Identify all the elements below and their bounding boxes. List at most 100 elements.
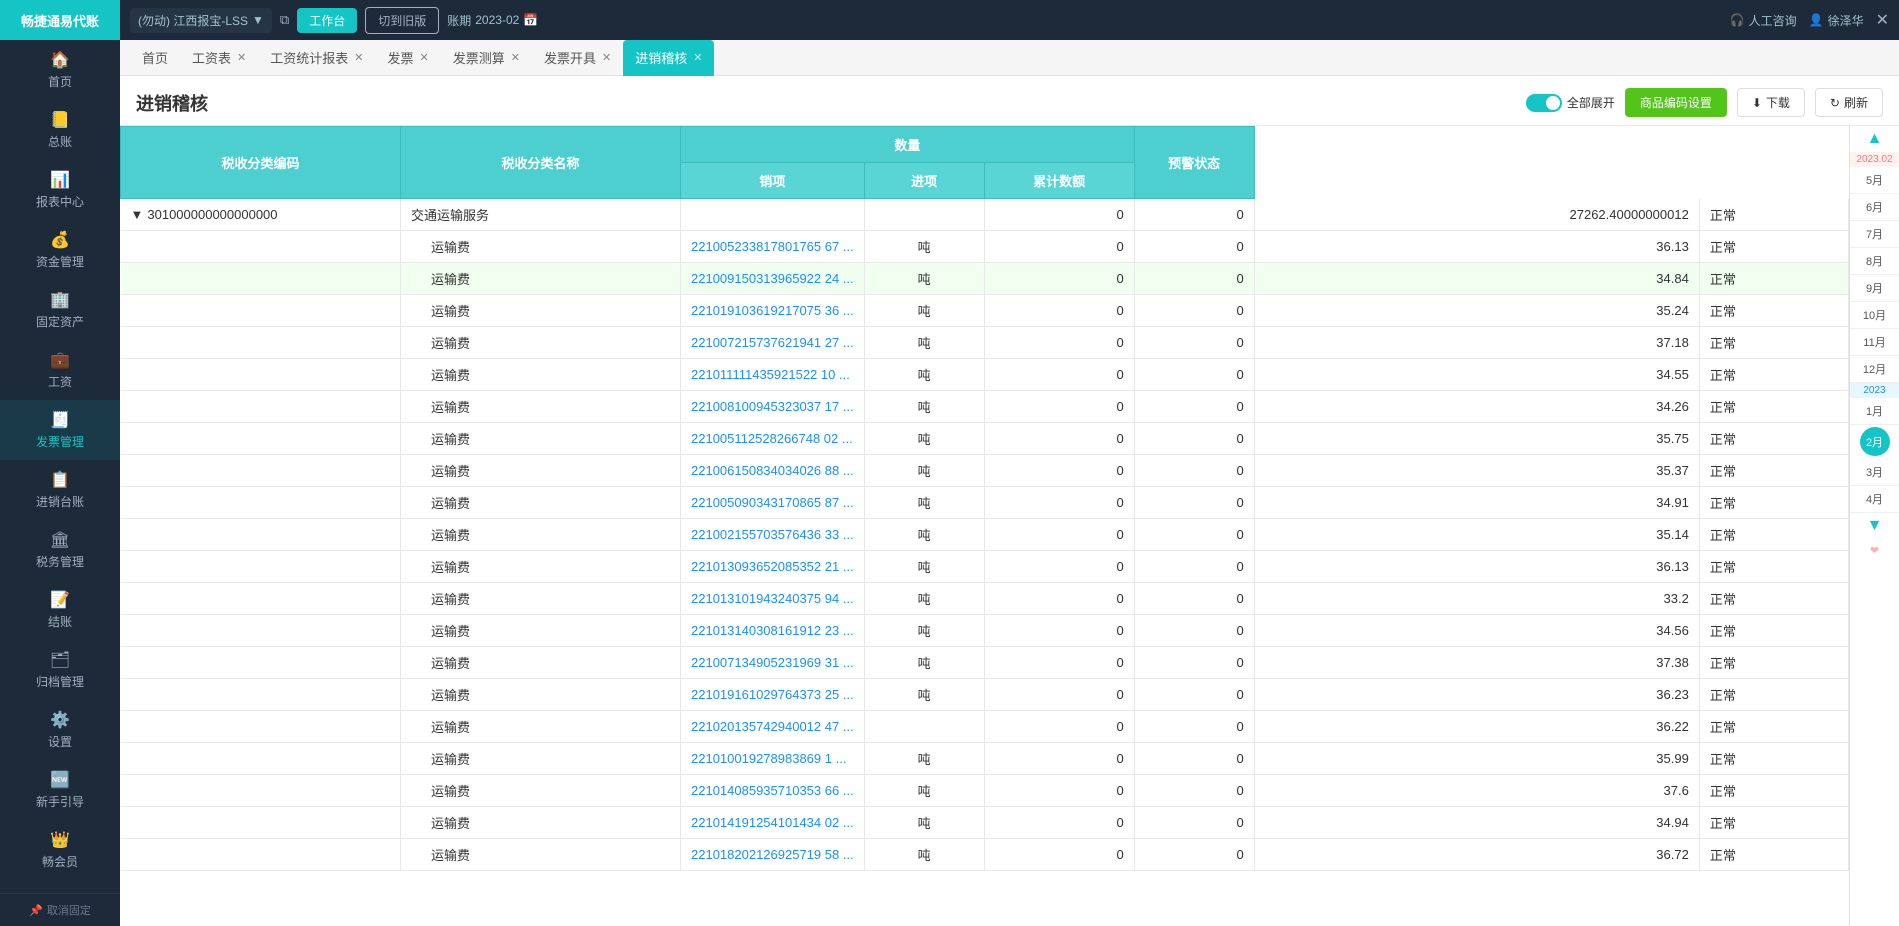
- tab-close-invoice-calc[interactable]: ✕: [511, 51, 520, 64]
- cell-code-0: ▼301000000000000000: [121, 199, 401, 231]
- settings-button[interactable]: 商品编码设置: [1625, 88, 1727, 117]
- close-window-icon[interactable]: ✕: [1876, 10, 1889, 30]
- user-name: 徐泽华: [1828, 12, 1864, 29]
- sidebar-item-funds[interactable]: 💰资金管理: [0, 220, 120, 280]
- cell-purchase-11: 0: [1134, 551, 1254, 583]
- cell-cumulative-17: 35.99: [1254, 743, 1699, 775]
- cell-purchase-13: 0: [1134, 615, 1254, 647]
- tab-close-payroll-stats[interactable]: ✕: [354, 51, 363, 64]
- sidebar-item-purchase-sales[interactable]: 📋进销台账: [0, 460, 120, 520]
- switch-version-button[interactable]: 切到旧版: [365, 7, 439, 34]
- sidebar-item-settings[interactable]: ⚙️设置: [0, 700, 120, 760]
- user-menu[interactable]: 👤 徐泽华: [1809, 12, 1864, 29]
- headset-icon: 🎧: [1730, 13, 1745, 27]
- cell-purchase-3: 0: [1134, 295, 1254, 327]
- sidebar-label-member: 畅会员: [42, 853, 78, 870]
- cell-tax-detail-20: 221018202126925719 58 ...: [681, 839, 865, 871]
- tab-label-invoice: 发票: [387, 48, 413, 67]
- cal-month-9[interactable]: 9月: [1850, 275, 1899, 302]
- workspace-button[interactable]: 工作台: [297, 8, 357, 33]
- tab-close-payroll[interactable]: ✕: [237, 51, 246, 64]
- cell-code-1: [121, 231, 401, 263]
- sidebar-item-assets[interactable]: 🏢固定资产: [0, 280, 120, 340]
- cell-purchase-2: 0: [1134, 263, 1254, 295]
- sidebar-item-home[interactable]: 🏠首页: [0, 40, 120, 100]
- sidebar-item-archive[interactable]: 🗂归档管理: [0, 640, 120, 700]
- col-tax-code: 税收分类编码: [121, 127, 401, 199]
- cell-status-10: 正常: [1699, 519, 1848, 551]
- calendar-up[interactable]: ▲: [1850, 126, 1899, 152]
- tab-close-sales-check[interactable]: ✕: [693, 51, 702, 64]
- cell-sales-10: 0: [984, 519, 1134, 551]
- cell-sales-19: 0: [984, 807, 1134, 839]
- table-row: 运输费221018202126925719 58 ...吨0036.72正常: [121, 839, 1849, 871]
- calendar-icon[interactable]: 📅: [523, 13, 538, 27]
- tab-invoice-calc[interactable]: 发票测算✕: [441, 40, 532, 76]
- collapse-icon[interactable]: ▼: [131, 207, 144, 222]
- cell-tax-detail-14: 221007134905231969 31 ...: [681, 647, 865, 679]
- sidebar-item-ledger[interactable]: 📒总账: [0, 100, 120, 160]
- sidebar-item-settlement[interactable]: 📝结账: [0, 580, 120, 640]
- calendar-down[interactable]: ▼: [1850, 513, 1899, 539]
- toggle-switch[interactable]: [1526, 94, 1562, 112]
- cell-cumulative-6: 34.26: [1254, 391, 1699, 423]
- cell-name-4: 运输费: [401, 327, 681, 359]
- tab-close-invoice[interactable]: ✕: [420, 51, 429, 64]
- cell-sales-6: 0: [984, 391, 1134, 423]
- cal-month-3[interactable]: 3月: [1850, 459, 1899, 486]
- cell-tax-detail-6: 221008100945323037 17 ...: [681, 391, 865, 423]
- tab-sales-check[interactable]: 进销稽核✕: [623, 40, 714, 76]
- company-selector[interactable]: (勿动) 江西报宝-LSS ▼: [130, 8, 272, 33]
- support-btn[interactable]: 🎧 人工咨询: [1730, 12, 1797, 29]
- unpin-button[interactable]: 📌 取消固定: [0, 894, 120, 926]
- cal-month-11[interactable]: 11月: [1850, 329, 1899, 356]
- cell-purchase-19: 0: [1134, 807, 1254, 839]
- tab-home[interactable]: 首页: [130, 40, 180, 76]
- tab-payroll[interactable]: 工资表✕: [180, 40, 258, 76]
- sidebar-label-ledger: 总账: [48, 133, 72, 150]
- tab-payroll-stats[interactable]: 工资统计报表✕: [258, 40, 375, 76]
- cell-status-20: 正常: [1699, 839, 1848, 871]
- sidebar-item-tax[interactable]: 🏛税务管理: [0, 520, 120, 580]
- table-row: 运输费221007215737621941 27 ...吨0037.18正常: [121, 327, 1849, 359]
- cell-flag-13: 吨: [864, 615, 984, 647]
- cell-cumulative-0: 27262.40000000012: [1254, 199, 1699, 231]
- cell-name-3: 运输费: [401, 295, 681, 327]
- tab-invoice[interactable]: 发票 ✕: [375, 40, 440, 76]
- cell-purchase-14: 0: [1134, 647, 1254, 679]
- cal-month-5[interactable]: 5月: [1850, 167, 1899, 194]
- sidebar-item-member[interactable]: 👑畅会员: [0, 820, 120, 880]
- sidebar-item-reports[interactable]: 📊报表中心: [0, 160, 120, 220]
- tab-close-invoice-open[interactable]: ✕: [602, 51, 611, 64]
- cell-tax-detail-19: 221014191254101434 02 ...: [681, 807, 865, 839]
- purchase-sales-icon: 📋: [50, 470, 70, 490]
- cell-code-18: [121, 775, 401, 807]
- copy-icon-btn[interactable]: ⧉: [280, 12, 289, 28]
- pin-icon: 📌: [29, 904, 43, 917]
- download-button[interactable]: ⬇ 下载: [1737, 88, 1805, 117]
- cal-month-10[interactable]: 10月: [1850, 302, 1899, 329]
- sidebar-label-tax: 税务管理: [36, 553, 84, 570]
- cal-month-12[interactable]: 12月: [1850, 356, 1899, 383]
- cell-code-12: [121, 583, 401, 615]
- cal-month-1[interactable]: 1月: [1850, 398, 1899, 425]
- cal-month-8[interactable]: 8月: [1850, 248, 1899, 275]
- cal-month-2[interactable]: 2月: [1860, 427, 1890, 457]
- cal-month-7[interactable]: 7月: [1850, 221, 1899, 248]
- tab-invoice-open[interactable]: 发票开具✕: [532, 40, 623, 76]
- cell-tax-detail-5: 221011111435921522 10 ...: [681, 359, 865, 391]
- refresh-button[interactable]: ↻ 刷新: [1815, 88, 1883, 117]
- cell-sales-1: 0: [984, 231, 1134, 263]
- cell-name-11: 运输费: [401, 551, 681, 583]
- cell-sales-8: 0: [984, 455, 1134, 487]
- cal-month-6[interactable]: 6月: [1850, 194, 1899, 221]
- sidebar-item-salary[interactable]: 💼工资: [0, 340, 120, 400]
- salary-icon: 💼: [50, 350, 70, 370]
- sidebar-item-invoice-mgmt[interactable]: 🧾发票管理: [0, 400, 120, 460]
- cell-purchase-17: 0: [1134, 743, 1254, 775]
- cal-month-4[interactable]: 4月: [1850, 486, 1899, 513]
- cell-flag-16: [864, 711, 984, 743]
- table-row: 运输费221011111435921522 10 ...吨0034.55正常: [121, 359, 1849, 391]
- sidebar-item-guide[interactable]: 🆕新手引导: [0, 760, 120, 820]
- expand-toggle[interactable]: 全部展开: [1526, 94, 1615, 112]
